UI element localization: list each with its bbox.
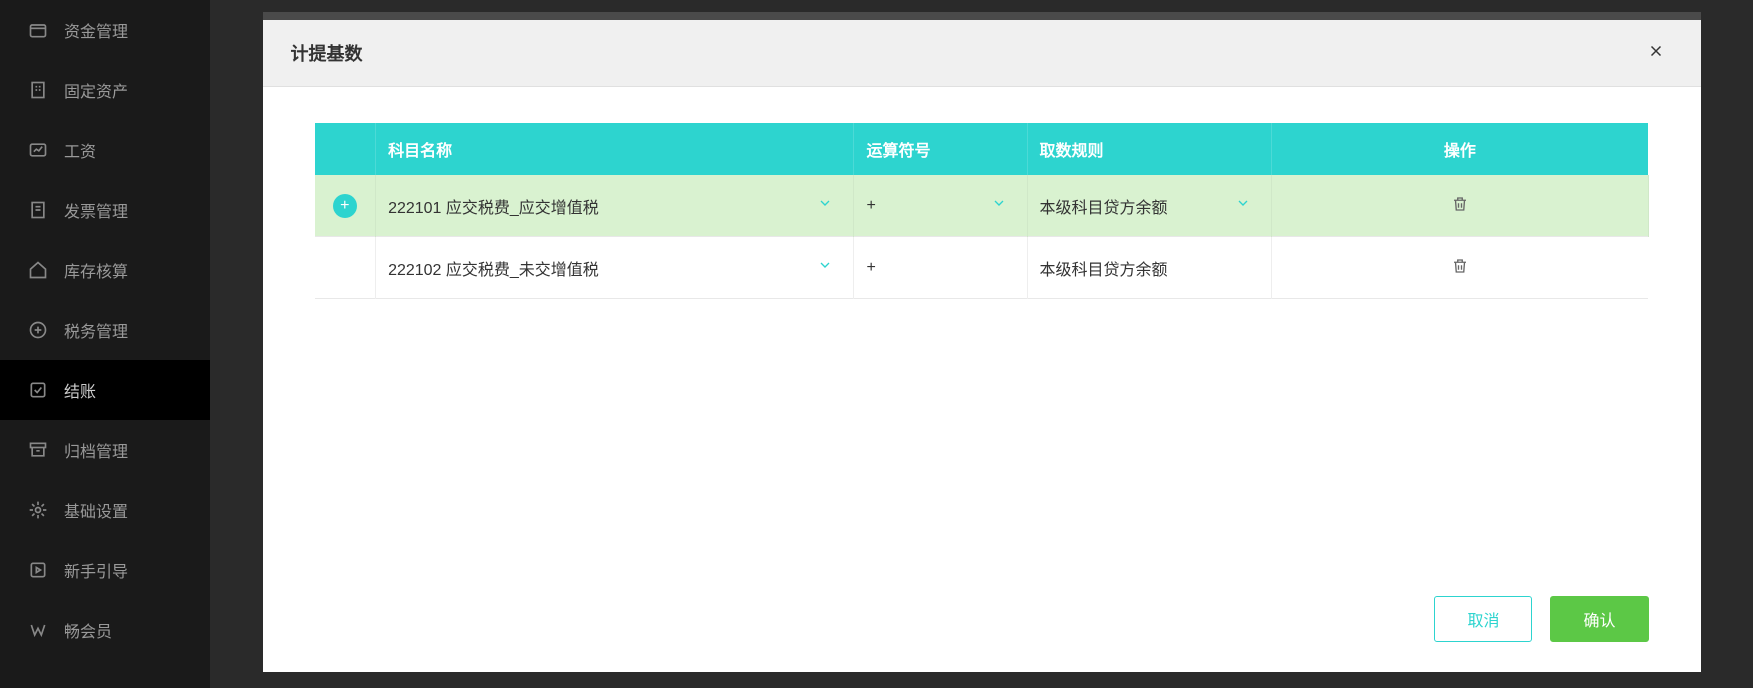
chevron-down-icon	[817, 195, 833, 216]
sidebar-item-label: 工资	[64, 138, 96, 162]
modal-overlay: 计提基数 科目名称 运算符号 取数规则 操作	[210, 0, 1753, 688]
sidebar-item-member[interactable]: 畅会员	[0, 600, 210, 660]
modal-dialog: 计提基数 科目名称 运算符号 取数规则 操作	[263, 12, 1701, 672]
modal-footer: 取消 确认	[263, 576, 1701, 672]
trash-icon	[1451, 263, 1469, 278]
sidebar-item-tax[interactable]: 税务管理	[0, 300, 210, 360]
chevron-down-icon	[991, 195, 1007, 216]
close-icon	[1647, 40, 1665, 65]
sidebar-item-invoice[interactable]: 发票管理	[0, 180, 210, 240]
sidebar-item-guide[interactable]: 新手引导	[0, 540, 210, 600]
wallet-icon	[28, 20, 48, 40]
sidebar-item-funds[interactable]: 资金管理	[0, 0, 210, 60]
cancel-button[interactable]: 取消	[1434, 596, 1532, 642]
chevron-down-icon	[1235, 195, 1251, 216]
guide-icon	[28, 560, 48, 580]
sidebar-item-label: 固定资产	[64, 78, 128, 102]
sidebar-item-salary[interactable]: 工资	[0, 120, 210, 180]
table-header-operator: 运算符号	[854, 123, 1027, 175]
table-row: 222102 应交税费_未交增值税 +	[315, 237, 1649, 299]
chart-icon	[28, 140, 48, 160]
gear-icon	[28, 500, 48, 520]
sidebar-item-label: 畅会员	[64, 618, 112, 642]
trash-icon	[1451, 201, 1469, 216]
table-row: + 222101 应交税费_应交增值税	[315, 175, 1649, 237]
tax-icon	[28, 320, 48, 340]
rule-value: 本级科目贷方余额	[1040, 194, 1168, 218]
table-header-rule: 取数规则	[1027, 123, 1271, 175]
add-row-button[interactable]: +	[333, 194, 357, 218]
table-header-action: 操作	[1271, 123, 1648, 175]
delete-row-button[interactable]	[1447, 191, 1473, 220]
action-cell	[1271, 175, 1648, 237]
delete-row-button[interactable]	[1447, 253, 1473, 282]
sidebar-item-label: 结账	[64, 378, 96, 402]
sidebar: 资金管理 固定资产 工资 发票管理 库存核算 税务管理 结账	[0, 0, 210, 688]
sidebar-item-label: 新手引导	[64, 558, 128, 582]
operator-value: +	[866, 259, 875, 277]
checkout-icon	[28, 380, 48, 400]
close-button[interactable]	[1639, 36, 1673, 70]
building-icon	[28, 80, 48, 100]
home-icon	[28, 260, 48, 280]
operator-cell[interactable]: +	[854, 175, 1027, 237]
modal-header: 计提基数	[263, 20, 1701, 87]
operator-value: +	[866, 197, 875, 215]
sidebar-item-settings[interactable]: 基础设置	[0, 480, 210, 540]
sidebar-item-label: 基础设置	[64, 498, 128, 522]
subject-value: 222101 应交税费_应交增值税	[388, 194, 599, 218]
action-cell	[1271, 237, 1648, 299]
receipt-icon	[28, 200, 48, 220]
rule-cell[interactable]: 本级科目贷方余额	[1027, 237, 1271, 299]
plus-icon: +	[340, 198, 349, 214]
sidebar-item-closing[interactable]: 结账	[0, 360, 210, 420]
operator-cell[interactable]: +	[854, 237, 1027, 299]
sidebar-item-archive[interactable]: 归档管理	[0, 420, 210, 480]
table-header-subject: 科目名称	[376, 123, 854, 175]
subject-cell[interactable]: 222102 应交税费_未交增值税	[376, 237, 854, 299]
sidebar-item-label: 发票管理	[64, 198, 128, 222]
table-header-add	[315, 123, 376, 175]
sidebar-item-label: 资金管理	[64, 18, 128, 42]
modal-title: 计提基数	[291, 40, 363, 66]
add-cell: +	[315, 175, 376, 237]
chevron-down-icon	[817, 257, 833, 278]
subject-cell[interactable]: 222101 应交税费_应交增值税	[376, 175, 854, 237]
rule-value: 本级科目贷方余额	[1040, 256, 1168, 280]
confirm-button[interactable]: 确认	[1550, 596, 1648, 642]
sidebar-item-fixed-assets[interactable]: 固定资产	[0, 60, 210, 120]
modal-body: 科目名称 运算符号 取数规则 操作 +	[263, 87, 1701, 576]
rule-cell[interactable]: 本级科目贷方余额	[1027, 175, 1271, 237]
sidebar-item-label: 库存核算	[64, 258, 128, 282]
archive-icon	[28, 440, 48, 460]
provision-table: 科目名称 运算符号 取数规则 操作 +	[315, 123, 1649, 299]
member-icon	[28, 620, 48, 640]
sidebar-item-label: 税务管理	[64, 318, 128, 342]
sidebar-item-inventory[interactable]: 库存核算	[0, 240, 210, 300]
subject-value: 222102 应交税费_未交增值税	[388, 256, 599, 280]
sidebar-item-label: 归档管理	[64, 438, 128, 462]
add-cell	[315, 237, 376, 299]
